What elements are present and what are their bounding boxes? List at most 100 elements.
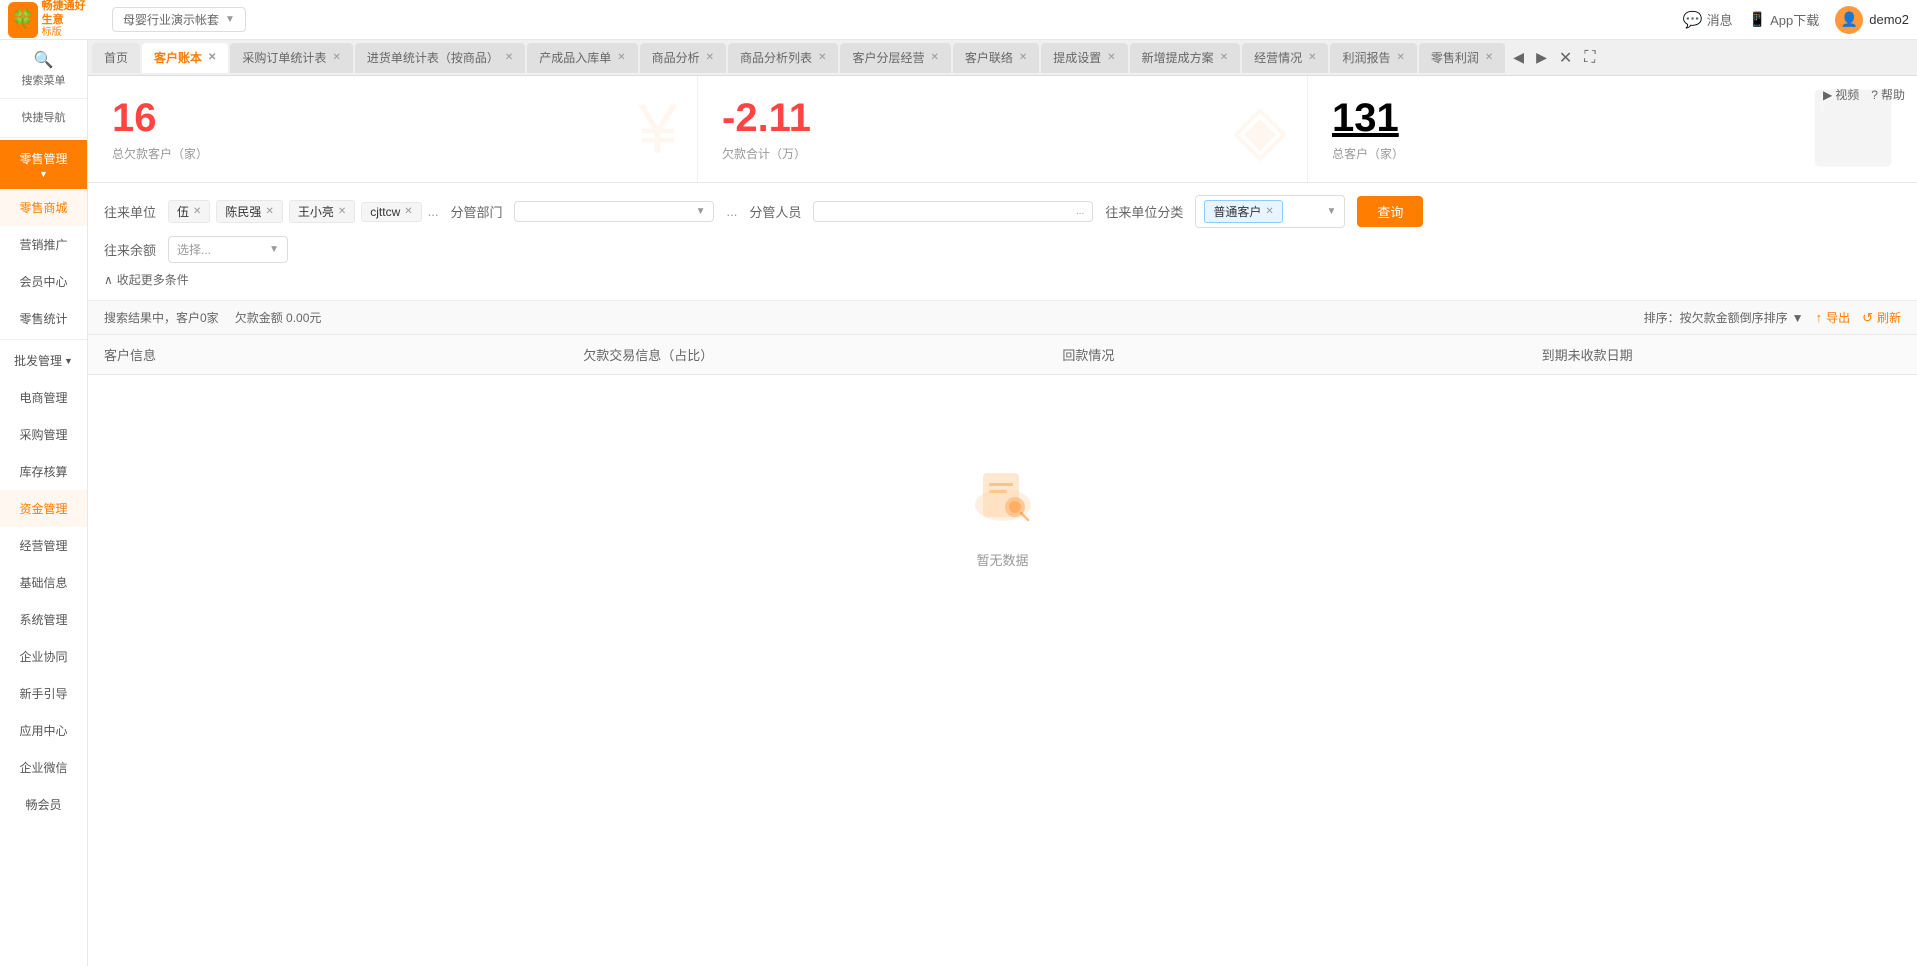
col-header-date: 到期未收款日期 — [1542, 345, 1901, 364]
sidebar-item-retail-stats[interactable]: 零售统计 — [0, 300, 87, 337]
tab-close-icon[interactable]: ✕ — [505, 52, 513, 63]
tab-customer-layer[interactable]: 客户分层经营 ✕ — [840, 43, 950, 73]
filter-tag-wu: 伍 ✕ — [168, 200, 210, 223]
empty-state: 暂无数据 — [88, 375, 1917, 649]
message-icon: 💬 — [1683, 10, 1703, 30]
download-icon: 📱 — [1749, 11, 1766, 28]
tab-close-icon[interactable]: ✕ — [1397, 52, 1405, 63]
refresh-icon: ↺ — [1862, 310, 1873, 326]
sidebar-quick-nav[interactable]: 快捷导航 — [0, 99, 87, 135]
tab-production-inbound[interactable]: 产成品入库单 ✕ — [527, 43, 637, 73]
person-selector[interactable]: ... — [813, 201, 1093, 222]
tab-new-commission[interactable]: 新增提成方案 ✕ — [1130, 43, 1240, 73]
tab-nav-fullscreen[interactable]: ⛶ — [1578, 45, 1601, 71]
logo-icon: 🍀 — [8, 2, 38, 38]
sidebar-item-system[interactable]: 系统管理 — [0, 601, 87, 638]
stats-row: ¥ 16 总欠款客户（家） ◈ -2.11 欠款合计（万） ⬛ 131 总客 — [88, 76, 1917, 183]
tab-profit-report[interactable]: 利润报告 ✕ — [1330, 43, 1416, 73]
query-button[interactable]: 查询 — [1357, 196, 1423, 227]
tab-close-icon[interactable]: ✕ — [818, 52, 826, 63]
sidebar-item-operations[interactable]: 经营管理 — [0, 527, 87, 564]
tab-nav-close-all[interactable]: ✕ — [1553, 44, 1578, 72]
filter-tag-chen: 陈民强 ✕ — [216, 200, 282, 223]
tab-operations[interactable]: 经营情况 ✕ — [1242, 43, 1328, 73]
tab-close-icon[interactable]: ✕ — [1107, 52, 1115, 63]
video-btn[interactable]: ▶ 视频 — [1823, 86, 1859, 103]
page-content: ¥ 16 总欠款客户（家） ◈ -2.11 欠款合计（万） ⬛ 131 总客 — [88, 76, 1917, 966]
message-btn[interactable]: 💬 消息 — [1683, 10, 1733, 30]
remove-tag-cjttcw[interactable]: ✕ — [404, 206, 412, 217]
video-icon: ▶ — [1823, 88, 1832, 102]
tab-close-icon[interactable]: ✕ — [706, 52, 714, 63]
export-btn[interactable]: ↑ 导出 — [1816, 309, 1851, 326]
sidebar-item-purchase[interactable]: 采购管理 — [0, 416, 87, 453]
tab-close-icon[interactable]: ✕ — [208, 52, 216, 63]
sidebar-item-retail-mall[interactable]: 零售商城 — [0, 189, 87, 226]
filter-row-2: 往来余额 选择... ▼ — [104, 236, 1901, 263]
filter-more-btn[interactable]: ... — [428, 204, 439, 219]
sidebar-item-finance[interactable]: 资金管理 — [0, 490, 87, 527]
sort-btn[interactable]: 排序：按欠款金额倒序排序 ▼ — [1644, 309, 1804, 326]
unit-class-dropdown-icon: ▼ — [1326, 206, 1336, 217]
tab-close-icon[interactable]: ✕ — [930, 52, 938, 63]
org-dropdown-icon: ▼ — [225, 14, 235, 25]
tab-home[interactable]: 首页 — [92, 43, 140, 73]
balance-selector[interactable]: 选择... ▼ — [168, 236, 288, 263]
tab-product-analysis-list[interactable]: 商品分析列表 ✕ — [728, 43, 838, 73]
help-btn[interactable]: ? 帮助 — [1871, 86, 1905, 103]
filter-tags-unit: 伍 ✕ 陈民强 ✕ 王小亮 ✕ — [168, 200, 438, 223]
tab-inbound-stats[interactable]: 进货单统计表（按商品） ✕ — [355, 43, 525, 73]
refresh-btn[interactable]: ↺ 刷新 — [1862, 309, 1901, 326]
chevron-up-icon: ∧ — [104, 273, 113, 287]
sidebar-item-wholesale-mgmt[interactable]: 批发管理 ▼ — [0, 342, 87, 379]
sidebar-item-ecommerce[interactable]: 电商管理 — [0, 379, 87, 416]
tab-close-icon[interactable]: ✕ — [617, 52, 625, 63]
user-profile[interactable]: 👤 demo2 — [1835, 6, 1909, 34]
chevron-down-icon-wholesale: ▼ — [64, 356, 73, 366]
tab-close-icon[interactable]: ✕ — [1485, 52, 1493, 63]
dept-more-icon: ... — [726, 204, 737, 219]
tab-purchase-order-stats[interactable]: 采购订单统计表 ✕ — [230, 43, 352, 73]
tab-nav-prev[interactable]: ◀ — [1507, 45, 1530, 70]
tab-bar: 首页 客户账本 ✕ 采购订单统计表 ✕ 进货单统计表（按商品） ✕ 产成品入库单… — [88, 40, 1917, 76]
dept-selector[interactable]: ▼ — [514, 201, 714, 222]
filter-area: 往来单位 伍 ✕ 陈民强 ✕ 王小亮 — [88, 183, 1917, 301]
sidebar-search[interactable]: 🔍 搜索菜单 — [0, 40, 87, 99]
remove-tag-wu[interactable]: ✕ — [193, 206, 201, 217]
tab-nav-next[interactable]: ▶ — [1530, 45, 1553, 70]
remove-tag-chen[interactable]: ✕ — [265, 206, 273, 217]
org-selector[interactable]: 母婴行业演示帐套 ▼ — [112, 7, 246, 32]
sidebar-item-newbie[interactable]: 新手引导 — [0, 675, 87, 712]
unit-class-selector[interactable]: 普通客户 ✕ ▼ — [1195, 195, 1345, 228]
sidebar-item-changhui[interactable]: 畅会员 — [0, 786, 87, 823]
col-header-customer: 客户信息 — [104, 345, 583, 364]
sidebar-item-wechat[interactable]: 企业微信 — [0, 749, 87, 786]
tab-close-icon[interactable]: ✕ — [1308, 52, 1316, 63]
person-dropdown-icon: ... — [1076, 206, 1084, 217]
remove-normal-customer[interactable]: ✕ — [1265, 206, 1273, 217]
balance-dropdown-icon: ▼ — [269, 244, 279, 255]
tab-commission-settings[interactable]: 提成设置 ✕ — [1041, 43, 1127, 73]
export-icon: ↑ — [1816, 310, 1823, 325]
sidebar-item-marketing[interactable]: 营销推广 — [0, 226, 87, 263]
tab-product-analysis[interactable]: 商品分析 ✕ — [640, 43, 726, 73]
help-icon: ? — [1871, 88, 1878, 102]
tab-retail-profit[interactable]: 零售利润 ✕ — [1419, 43, 1505, 73]
collapse-btn[interactable]: ∧ 收起更多条件 — [104, 271, 189, 288]
sidebar-item-enterprise[interactable]: 企业协同 — [0, 638, 87, 675]
sidebar-item-inventory[interactable]: 库存核算 — [0, 453, 87, 490]
tab-close-icon[interactable]: ✕ — [1220, 52, 1228, 63]
sidebar-item-member[interactable]: 会员中心 — [0, 263, 87, 300]
app-download-btn[interactable]: 📱 App下载 — [1749, 10, 1820, 29]
sidebar-item-app-center[interactable]: 应用中心 — [0, 712, 87, 749]
remove-tag-wang[interactable]: ✕ — [338, 206, 346, 217]
sidebar-item-retail-mgmt[interactable]: 零售管理 ▼ — [0, 140, 87, 189]
tab-customer-account[interactable]: 客户账本 ✕ — [142, 43, 228, 73]
tab-close-icon[interactable]: ✕ — [1019, 52, 1027, 63]
col-header-repayment: 回款情况 — [1062, 345, 1541, 364]
tab-close-icon[interactable]: ✕ — [332, 52, 340, 63]
sidebar-item-basics[interactable]: 基础信息 — [0, 564, 87, 601]
filter-tag-normal-customer: 普通客户 ✕ — [1204, 200, 1282, 223]
tab-customer-contact[interactable]: 客户联络 ✕ — [953, 43, 1039, 73]
sidebar-item-label: 零售管理 — [4, 150, 83, 167]
